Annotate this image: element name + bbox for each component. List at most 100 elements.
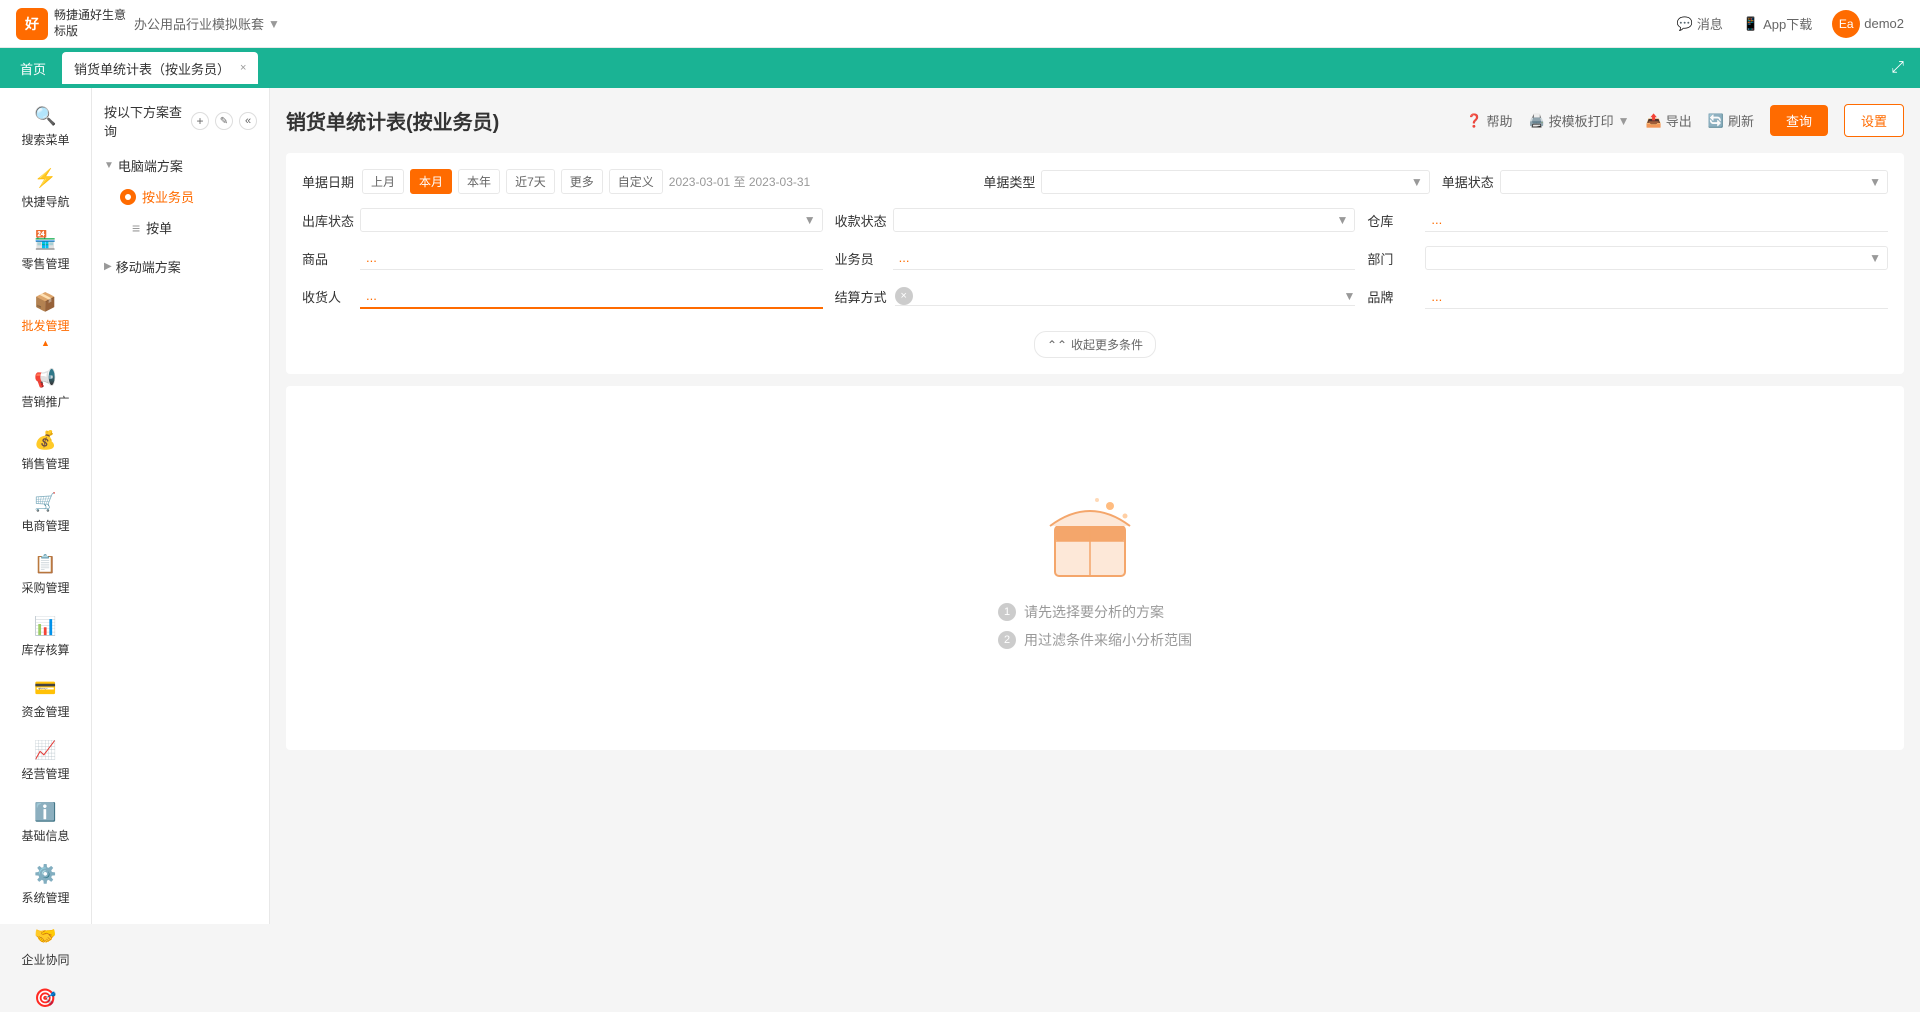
- salesperson-label: 业务员: [835, 249, 885, 268]
- scheme-edit-button[interactable]: ✎: [215, 112, 233, 130]
- date-btn-more[interactable]: 更多: [561, 169, 603, 194]
- logo-text: 畅捷通好生意 标版: [54, 8, 126, 39]
- scheme-group-desktop-header[interactable]: ▼ 电脑端方案: [92, 150, 269, 181]
- user-profile[interactable]: Ea demo2: [1832, 10, 1904, 38]
- filter-field-payment-status: 收款状态 ▼: [835, 208, 1356, 232]
- filter-field-warehouse: 仓库 ...: [1367, 208, 1888, 232]
- settings-button[interactable]: 设置: [1844, 104, 1904, 137]
- message-action[interactable]: 💬 消息: [1677, 14, 1723, 33]
- filter-field-brand: 品牌 ...: [1367, 285, 1888, 309]
- date-btn-this-year[interactable]: 本年: [458, 169, 500, 194]
- tip-1-num: 1: [998, 603, 1016, 621]
- empty-state: 1 请先选择要分析的方案 2 用过滤条件来缩小分析范围: [286, 406, 1904, 730]
- receiver-label: 收货人: [302, 287, 352, 306]
- filter-field-salesperson: 业务员 ...: [835, 246, 1356, 270]
- payment-status-chevron-icon: ▼: [1336, 213, 1348, 227]
- sidebar-item-retail[interactable]: 🏪 零售管理: [0, 220, 91, 282]
- scheme-item-by-order[interactable]: ≡ 按单: [92, 212, 269, 243]
- sidebar-item-marketing[interactable]: 📢 营销推广: [0, 358, 91, 420]
- purchase-icon: 📋: [34, 554, 56, 575]
- date-label: 单据日期: [302, 172, 354, 191]
- filter-field-goods: 商品 ...: [302, 246, 823, 270]
- tab-home[interactable]: 首页: [8, 52, 58, 84]
- tab-sales-stats[interactable]: 销货单统计表（按业务员） ×: [62, 52, 258, 84]
- breadcrumb[interactable]: 办公用品行业模拟账套 ▼: [134, 14, 280, 33]
- date-btn-last-7-days[interactable]: 近7天: [506, 169, 555, 194]
- department-select[interactable]: ▼: [1425, 246, 1888, 270]
- help-icon: ❓: [1466, 113, 1482, 129]
- sidebar-item-finance[interactable]: 💳 资金管理: [0, 668, 91, 730]
- filter-panel: 单据日期 上月 本月 本年 近7天 更多 自定义 2023-03-01 至 20…: [286, 153, 1904, 374]
- sidebar-item-inventory[interactable]: 📊 库存核算: [0, 606, 91, 668]
- avatar: Ea: [1832, 10, 1860, 38]
- stock-status-select[interactable]: ▼: [360, 208, 823, 232]
- sidebar-item-wholesale[interactable]: 📦 批发管理 ▲: [0, 282, 91, 358]
- receiver-picker[interactable]: ...: [360, 284, 383, 307]
- collapse-button[interactable]: ⌃⌃ 收起更多条件: [1034, 331, 1156, 358]
- app-download-action[interactable]: 📱 App下载: [1743, 14, 1812, 33]
- template-print-button[interactable]: 🖨️ 按模板打印 ▼: [1528, 111, 1629, 130]
- top-header: 好 畅捷通好生意 标版 办公用品行业模拟账套 ▼ 💬 消息 📱 App下载 Ea…: [0, 0, 1920, 48]
- doc-type-select[interactable]: ▼: [1041, 170, 1429, 194]
- scheme-item-by-salesperson[interactable]: 按业务员: [92, 181, 269, 212]
- goods-picker[interactable]: ...: [360, 246, 383, 269]
- doc-status-label: 单据状态: [1442, 172, 1492, 191]
- sidebar-item-search-menu[interactable]: 🔍 搜索菜单: [0, 96, 91, 158]
- filter-field-receiver: 收货人 ...: [302, 284, 823, 309]
- payment-method-select[interactable]: ▼: [917, 289, 1356, 303]
- payment-status-select[interactable]: ▼: [893, 208, 1356, 232]
- print-icon: 🖨️: [1528, 113, 1544, 129]
- date-btn-last-month[interactable]: 上月: [362, 169, 404, 194]
- logo-icon: 好: [16, 8, 48, 40]
- scheme-item-active-icon: [120, 189, 136, 205]
- sidebar: 🔍 搜索菜单 ⚡ 快捷导航 🏪 零售管理 📦 批发管理 ▲ 📢 营销推广 💰 销…: [0, 88, 92, 924]
- scheme-collapse-button[interactable]: «: [239, 112, 257, 130]
- salesperson-picker[interactable]: ...: [893, 246, 916, 269]
- basic-info-icon: ℹ️: [34, 802, 56, 823]
- date-btn-custom[interactable]: 自定义: [609, 169, 663, 194]
- doc-type-chevron-icon: ▼: [1411, 175, 1423, 189]
- refresh-button[interactable]: 🔄 刷新: [1708, 111, 1754, 130]
- scheme-group-mobile: ▶ 移动端方案: [92, 247, 269, 286]
- query-button[interactable]: 查询: [1770, 105, 1828, 136]
- scheme-item-order-icon: ≡: [132, 220, 140, 236]
- date-btn-this-month[interactable]: 本月: [410, 169, 452, 194]
- export-button[interactable]: 📤 导出: [1646, 111, 1692, 130]
- content-area: 按以下方案查询 + ✎ « ▼ 电脑端方案 按业务员: [92, 88, 1920, 924]
- search-menu-icon: 🔍: [34, 106, 56, 127]
- wholesale-icon: 📦: [34, 292, 56, 313]
- tab-close-icon[interactable]: ×: [240, 62, 246, 74]
- empty-state-container: 1 请先选择要分析的方案 2 用过滤条件来缩小分析范围: [286, 386, 1904, 750]
- help-button[interactable]: ❓ 帮助: [1466, 111, 1512, 130]
- date-range-display: 2023-03-01 至 2023-03-31: [669, 173, 810, 190]
- scheme-group-mobile-arrow-icon: ▶: [104, 261, 112, 272]
- department-label: 部门: [1367, 249, 1417, 268]
- scheme-group-mobile-header[interactable]: ▶ 移动端方案: [92, 251, 269, 282]
- main-layout: 🔍 搜索菜单 ⚡ 快捷导航 🏪 零售管理 📦 批发管理 ▲ 📢 营销推广 💰 销…: [0, 88, 1920, 924]
- warehouse-picker[interactable]: ...: [1425, 208, 1448, 231]
- sidebar-item-quick-nav[interactable]: ⚡ 快捷导航: [0, 158, 91, 220]
- sidebar-item-system[interactable]: ⚙️ 系统管理: [0, 854, 91, 916]
- filter-field-date: 单据日期 上月 本月 本年 近7天 更多 自定义 2023-03-01 至 20…: [302, 169, 971, 194]
- doc-status-select[interactable]: ▼: [1500, 170, 1888, 194]
- breadcrumb-chevron-icon: ▼: [268, 17, 280, 31]
- filter-row-1: 单据日期 上月 本月 本年 近7天 更多 自定义 2023-03-01 至 20…: [302, 169, 1888, 194]
- sidebar-item-ecommerce[interactable]: 🛒 电商管理: [0, 482, 91, 544]
- goods-label: 商品: [302, 249, 352, 268]
- empty-tip-2: 2 用过滤条件来缩小分析范围: [998, 630, 1192, 650]
- empty-tip-1: 1 请先选择要分析的方案: [998, 602, 1192, 622]
- sidebar-item-sales[interactable]: 💰 销售管理: [0, 420, 91, 482]
- sidebar-item-purchase[interactable]: 📋 采购管理: [0, 544, 91, 606]
- scheme-group-desktop-arrow-icon: ▼: [104, 160, 114, 171]
- sidebar-item-basic-info[interactable]: ℹ️ 基础信息: [0, 792, 91, 854]
- brand-picker[interactable]: ...: [1425, 285, 1448, 308]
- tab-maximize-icon[interactable]: ⤢: [1883, 59, 1912, 77]
- sidebar-item-operations[interactable]: 📈 经营管理: [0, 730, 91, 792]
- scheme-add-button[interactable]: +: [191, 112, 209, 130]
- export-icon: 📤: [1646, 113, 1662, 129]
- print-chevron-icon: ▼: [1618, 114, 1630, 128]
- payment-method-clear-button[interactable]: ×: [895, 287, 913, 305]
- warehouse-label: 仓库: [1367, 211, 1417, 230]
- page-title: 销货单统计表(按业务员): [286, 106, 499, 135]
- payment-method-chevron-icon: ▼: [1343, 289, 1355, 303]
